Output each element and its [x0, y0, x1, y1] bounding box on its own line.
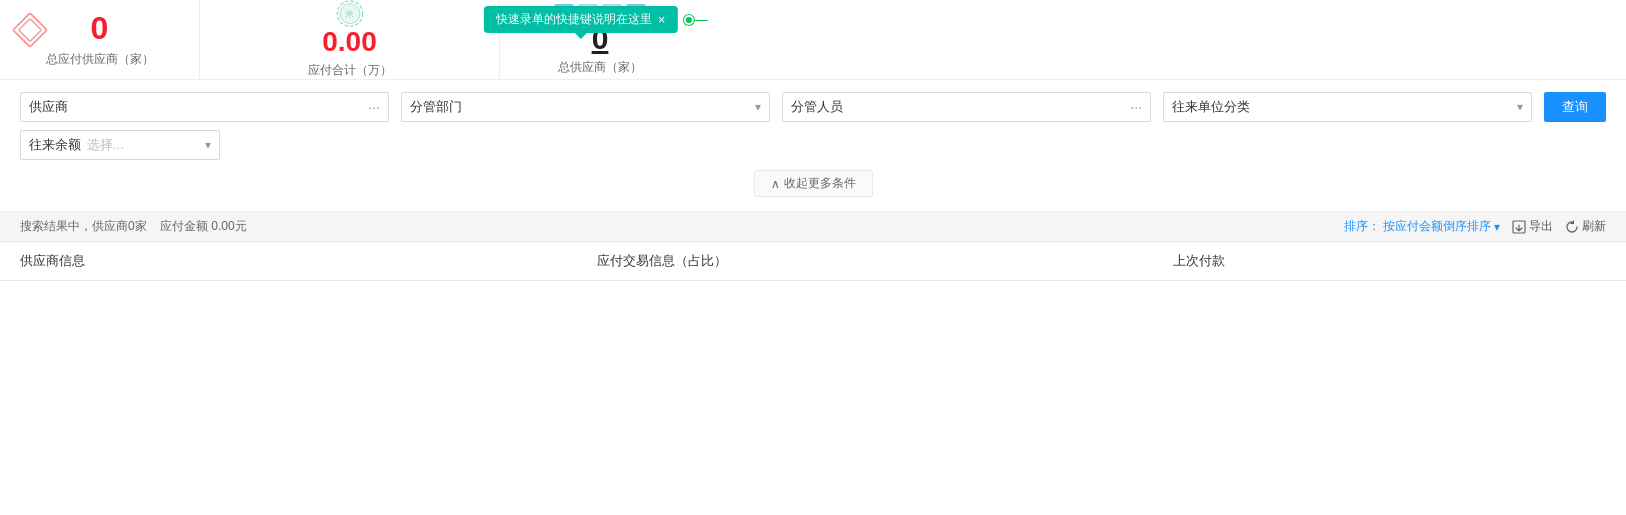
refresh-icon: [1565, 220, 1579, 234]
person-input[interactable]: [849, 100, 1126, 115]
export-icon: [1512, 220, 1526, 234]
refresh-label: 刷新: [1582, 218, 1606, 235]
category-label: 往来单位分类: [1172, 98, 1250, 116]
supplier-dots[interactable]: ···: [368, 99, 380, 115]
svg-rect-3: [13, 13, 47, 47]
export-label: 导出: [1529, 218, 1553, 235]
col-supplier-header: 供应商信息: [20, 252, 597, 270]
collapse-row: ∧ 收起更多条件: [20, 164, 1606, 203]
svg-text:米: 米: [345, 9, 354, 19]
dept-filter-field[interactable]: 分管部门 ▾: [401, 92, 770, 122]
supplier-input[interactable]: [74, 100, 364, 115]
category-filter-field[interactable]: 往来单位分类 ▾: [1163, 92, 1532, 122]
stat-total-suppliers: 快速录单的快捷键说明在这里 × 0 总供应商（家）: [500, 0, 700, 79]
filter-area: 供应商 ··· 分管部门 ▾ 分管人员 ··· 往来单位分类 ▾ 查询 往来余额…: [0, 80, 1626, 212]
filter-row-2: 往来余额 选择... ▾: [20, 130, 1606, 160]
payable-amount-label: 应付合计（万）: [308, 62, 392, 79]
category-arrow[interactable]: ▾: [1517, 100, 1523, 114]
stats-bar: 0 总应付供应商（家） 米 0.00 应付合计（万） 快速录单的快捷键说明在这里…: [0, 0, 1626, 80]
balance-filter-field[interactable]: 往来余额 选择... ▾: [20, 130, 220, 160]
total-suppliers-label: 总供应商（家）: [558, 59, 642, 76]
stat-icon-area: 米 0.00 应付合计（万）: [200, 0, 500, 79]
tooltip-text: 快速录单的快捷键说明在这里: [496, 11, 652, 28]
dept-arrow[interactable]: ▾: [755, 100, 761, 114]
collapse-text: 收起更多条件: [784, 175, 856, 192]
result-bar: 搜索结果中，供应商0家 应付金额 0.00元 排序： 按应付会额倒序排序 ▾ 导…: [0, 212, 1626, 242]
tooltip-close-button[interactable]: ×: [658, 13, 666, 26]
payable-amount-number: 0.00: [322, 27, 377, 58]
refresh-button[interactable]: 刷新: [1565, 218, 1606, 235]
sort-arrow[interactable]: ▾: [1494, 220, 1500, 234]
supplier-label: 供应商: [29, 98, 68, 116]
table-body: [0, 281, 1626, 515]
balance-arrow[interactable]: ▾: [205, 138, 211, 152]
sort-button[interactable]: 排序： 按应付会额倒序排序 ▾: [1344, 218, 1500, 235]
sort-value: 按应付会额倒序排序: [1383, 218, 1491, 235]
query-button[interactable]: 查询: [1544, 92, 1606, 122]
table-header: 供应商信息 应付交易信息（占比） 上次付款: [0, 242, 1626, 281]
payable-suppliers-number: 0: [91, 11, 109, 46]
dept-label: 分管部门: [410, 98, 462, 116]
result-info: 搜索结果中，供应商0家 应付金额 0.00元: [20, 218, 247, 235]
collapse-button[interactable]: ∧ 收起更多条件: [754, 170, 873, 197]
result-amount: 应付金额 0.00元: [160, 219, 247, 233]
sort-prefix: 排序：: [1344, 218, 1380, 235]
tooltip-bubble: 快速录单的快捷键说明在这里 ×: [484, 6, 678, 33]
coin-icon: 米: [324, 0, 376, 27]
result-actions: 排序： 按应付会额倒序排序 ▾ 导出 刷新: [1344, 218, 1606, 235]
col-trade-header: 应付交易信息（占比）: [597, 252, 1174, 270]
logo-area: [0, 0, 60, 63]
logo-diamond-icon: [8, 8, 52, 52]
filter-row-1: 供应商 ··· 分管部门 ▾ 分管人员 ··· 往来单位分类 ▾ 查询: [20, 92, 1606, 122]
person-label: 分管人员: [791, 98, 843, 116]
col-last-payment-header: 上次付款: [1173, 252, 1606, 270]
balance-label: 往来余额: [29, 136, 81, 154]
collapse-icon: ∧: [771, 177, 780, 191]
balance-select-placeholder[interactable]: 选择...: [87, 136, 205, 154]
result-summary: 搜索结果中，供应商0家: [20, 219, 147, 233]
person-filter-field[interactable]: 分管人员 ···: [782, 92, 1151, 122]
tooltip-dot: [683, 15, 693, 25]
person-dots[interactable]: ···: [1130, 99, 1142, 115]
export-button[interactable]: 导出: [1512, 218, 1553, 235]
payable-suppliers-label: 总应付供应商（家）: [46, 51, 154, 68]
supplier-filter-field[interactable]: 供应商 ···: [20, 92, 389, 122]
